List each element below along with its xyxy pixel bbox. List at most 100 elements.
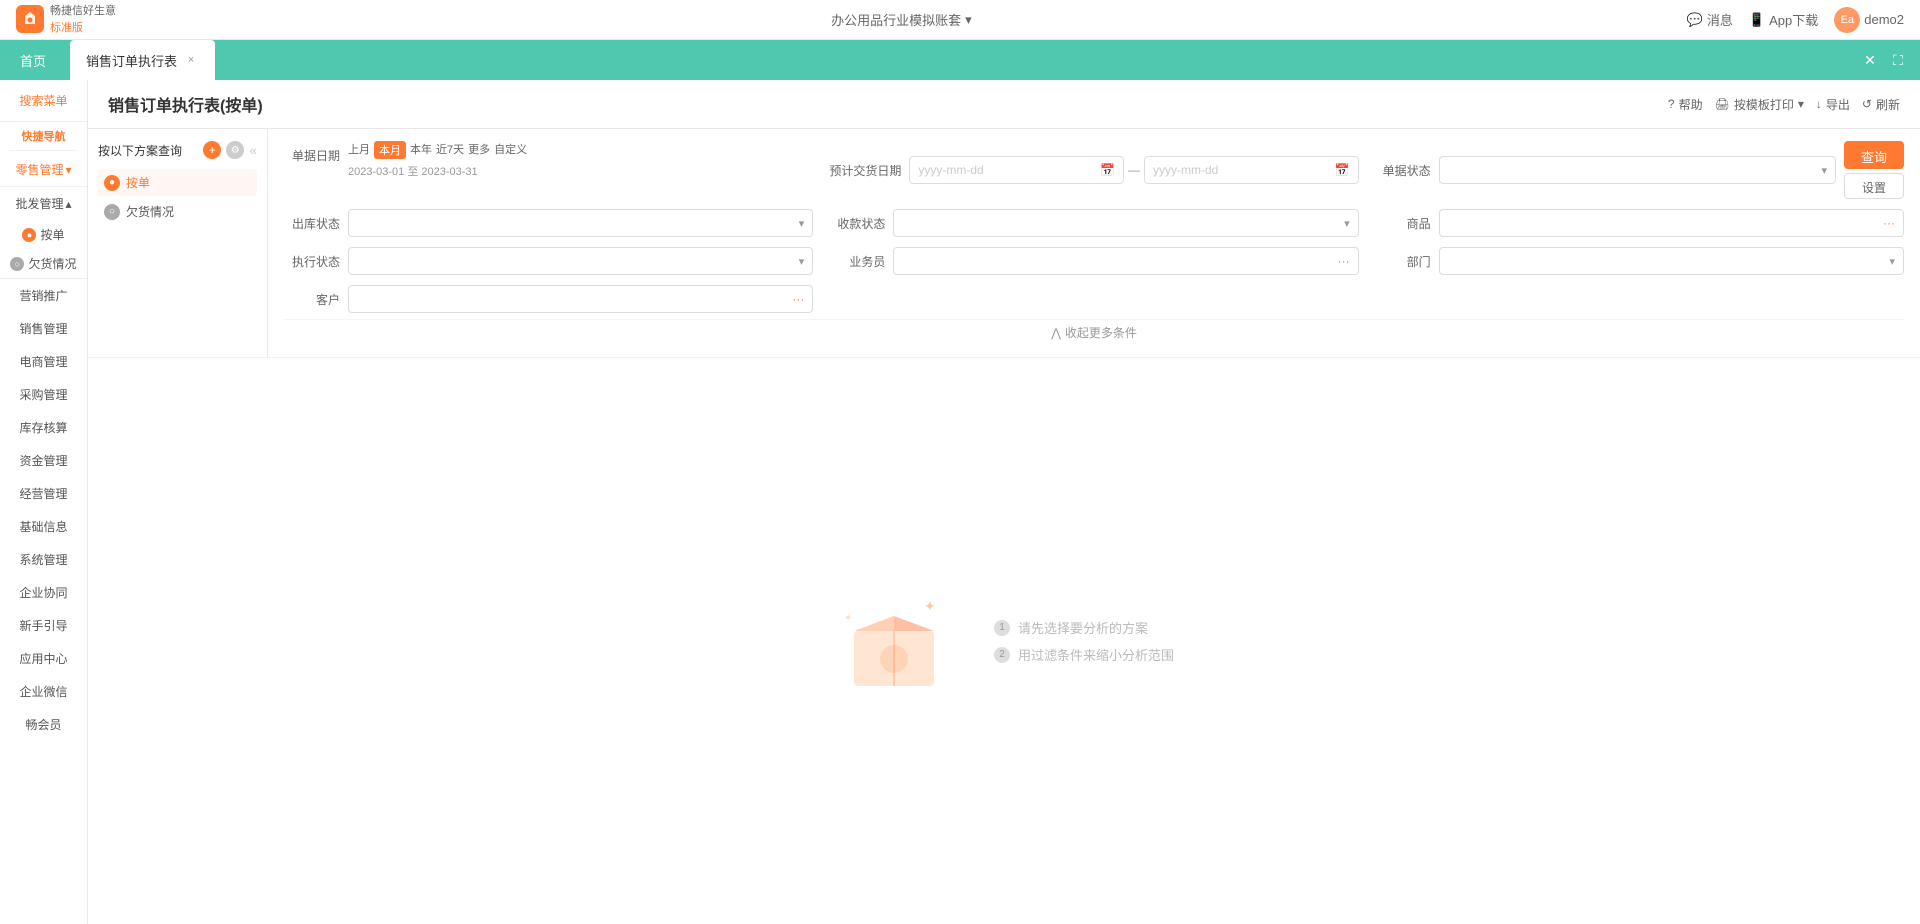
sidebar-item-operation[interactable]: 经营管理 bbox=[0, 477, 87, 510]
status-dropdown-arrow: ▾ bbox=[1821, 164, 1827, 177]
delivery-dropdown-arrow: ▾ bbox=[799, 217, 805, 230]
filter-date-label: 单据日期 bbox=[284, 141, 340, 164]
sidebar-item-wholesale-label: 批发管理 bbox=[15, 195, 63, 212]
date-tab-custom[interactable]: 自定义 bbox=[494, 141, 527, 159]
expected-date-from[interactable]: yyyy-mm-dd 📅 bbox=[909, 156, 1124, 184]
sidebar-item-ecommerce[interactable]: 电商管理 bbox=[0, 345, 87, 378]
sidebar-item-inventory[interactable]: 库存核算 bbox=[0, 411, 87, 444]
print-template-btn[interactable]: 🖨 按模板打印 ▾ bbox=[1715, 96, 1804, 113]
export-btn[interactable]: ↓ 导出 bbox=[1816, 96, 1850, 113]
filter-dept-label: 部门 bbox=[1375, 253, 1431, 270]
tab-active-label: 销售订单执行表 bbox=[86, 51, 177, 70]
plan-icon-order: ● bbox=[104, 175, 120, 191]
settings-btn[interactable]: 设置 bbox=[1844, 173, 1904, 199]
sidebar-sub-item-by-order[interactable]: ● 按单 bbox=[0, 220, 87, 249]
sidebar-item-marketing[interactable]: 营销推广 bbox=[0, 279, 87, 312]
tab-sales-order[interactable]: 销售订单执行表 × bbox=[70, 40, 215, 80]
avatar-text: Ea bbox=[1841, 14, 1854, 26]
user-profile[interactable]: Ea demo2 bbox=[1834, 7, 1904, 33]
sidebar-item-basic-info-label: 基础信息 bbox=[19, 518, 67, 535]
date-tab-this-month[interactable]: 本月 bbox=[374, 141, 406, 159]
salesperson-more-icon: ··· bbox=[1338, 254, 1350, 268]
refresh-label: 刷新 bbox=[1876, 96, 1900, 113]
tab-home[interactable]: 首页 bbox=[0, 40, 66, 80]
filter-status-select[interactable]: ▾ bbox=[1439, 156, 1836, 184]
plan-icon-backorder: ○ bbox=[104, 204, 120, 220]
sidebar-item-enterprise[interactable]: 企业协同 bbox=[0, 576, 87, 609]
sidebar-item-ecommerce-label: 电商管理 bbox=[19, 353, 67, 370]
help-label: 帮助 bbox=[1679, 96, 1703, 113]
plan-item-by-order[interactable]: ● 按单 bbox=[98, 169, 257, 196]
search-btn-group: 查询 设置 bbox=[1844, 141, 1904, 199]
top-bar-left: 畅捷信好生意 标准版 bbox=[16, 4, 116, 34]
collapse-btn[interactable]: ⋀ 收起更多条件 bbox=[1051, 324, 1137, 341]
app-download-label: App下载 bbox=[1769, 10, 1818, 29]
date-tab-last-month[interactable]: 上月 bbox=[348, 141, 370, 159]
sidebar-item-marketing-label: 营销推广 bbox=[19, 287, 67, 304]
manage-plan-btn[interactable]: ⚙ bbox=[226, 141, 244, 159]
sidebar-item-retail[interactable]: 零售管理 ▾ bbox=[0, 153, 87, 186]
filter-row-4: 客户 ··· bbox=[284, 285, 1904, 313]
filter-item-exec: 执行状态 ▾ bbox=[284, 247, 813, 275]
date-tab-more[interactable]: 更多 bbox=[468, 141, 490, 159]
empty-state: ✦ ✦ 1 请先选择要分析的方案 2 bbox=[88, 357, 1920, 924]
search-menu-btn[interactable]: 搜索菜单 bbox=[10, 88, 77, 113]
tab-maximize-btn[interactable]: ⛶ bbox=[1888, 50, 1908, 70]
filter-payment-label: 收款状态 bbox=[829, 215, 885, 232]
sidebar-item-system[interactable]: 系统管理 bbox=[0, 543, 87, 576]
help-btn[interactable]: ? 帮助 bbox=[1668, 96, 1703, 113]
quick-nav-btn[interactable]: 快捷导航 bbox=[0, 122, 87, 148]
date-tab-7days[interactable]: 近7天 bbox=[436, 141, 464, 159]
date-range-text: 2023-03-01 至 2023-03-31 bbox=[348, 163, 813, 179]
filter-row-1: 单据日期 上月 本月 本年 近7天 更多 自定义 20 bbox=[284, 141, 1904, 199]
plan-item-backorder[interactable]: ○ 欠货情况 bbox=[98, 198, 257, 225]
sidebar: 搜索菜单 快捷导航 零售管理 ▾ 批发管理 ▴ ● 按单 bbox=[0, 80, 88, 924]
filter-row-2: 出库状态 ▾ 收款状态 ▾ bbox=[284, 209, 1904, 237]
sidebar-item-app-center[interactable]: 应用中心 bbox=[0, 642, 87, 675]
collapse-arrow: ⋀ bbox=[1051, 326, 1061, 340]
sidebar-item-finance[interactable]: 资金管理 bbox=[0, 444, 87, 477]
filter-dept-select[interactable]: ▾ bbox=[1439, 247, 1904, 275]
filter-payment-select[interactable]: ▾ bbox=[893, 209, 1358, 237]
goods-more-icon: ··· bbox=[1883, 216, 1895, 230]
company-dropdown-icon: ▾ bbox=[965, 12, 972, 28]
expected-date-to[interactable]: yyyy-mm-dd 📅 bbox=[1144, 156, 1359, 184]
app-title: 畅捷信好生意 bbox=[50, 4, 116, 18]
filter-item-date: 单据日期 上月 本月 本年 近7天 更多 自定义 20 bbox=[284, 141, 813, 199]
collapse-label: 收起更多条件 bbox=[1065, 324, 1137, 341]
app-download-btn[interactable]: 📱 App下载 bbox=[1749, 10, 1818, 29]
tab-close-btn[interactable]: × bbox=[183, 52, 199, 68]
tab-bar: 首页 销售订单执行表 × ✕ ⛶ bbox=[0, 40, 1920, 80]
payment-dropdown-arrow: ▾ bbox=[1344, 217, 1350, 230]
sidebar-item-sales[interactable]: 销售管理 bbox=[0, 312, 87, 345]
filter-customer-input[interactable]: ··· bbox=[348, 285, 813, 313]
sidebar-sub-item-backorder[interactable]: ○ 欠货情况 bbox=[0, 249, 87, 278]
dept-dropdown-arrow: ▾ bbox=[1889, 255, 1895, 268]
refresh-btn[interactable]: ↺ 刷新 bbox=[1862, 96, 1900, 113]
filter-exec-select[interactable]: ▾ bbox=[348, 247, 813, 275]
company-selector[interactable]: 办公用品行业模拟账套 ▾ bbox=[831, 10, 972, 29]
exec-dropdown-arrow: ▾ bbox=[799, 255, 805, 268]
message-btn[interactable]: 💬 消息 bbox=[1687, 10, 1733, 29]
filter-delivery-select[interactable]: ▾ bbox=[348, 209, 813, 237]
sidebar-item-beginner[interactable]: 新手引导 bbox=[0, 609, 87, 642]
plan-item-backorder-label: 欠货情况 bbox=[126, 203, 174, 220]
customer-more-icon: ··· bbox=[792, 292, 804, 306]
sidebar-item-member[interactable]: 畅会员 bbox=[0, 708, 87, 741]
filter-row-3: 执行状态 ▾ 业务员 ··· bbox=[284, 247, 1904, 275]
sidebar-item-wechat[interactable]: 企业微信 bbox=[0, 675, 87, 708]
sidebar-item-wholesale[interactable]: 批发管理 ▴ bbox=[0, 187, 87, 220]
sidebar-item-purchase[interactable]: 采购管理 bbox=[0, 378, 87, 411]
add-plan-btn[interactable]: + bbox=[203, 141, 221, 159]
filter-item-payment: 收款状态 ▾ bbox=[829, 209, 1358, 237]
query-btn[interactable]: 查询 bbox=[1844, 141, 1904, 169]
sidebar-item-basic-info[interactable]: 基础信息 bbox=[0, 510, 87, 543]
top-bar-right: 💬 消息 📱 App下载 Ea demo2 bbox=[1687, 7, 1904, 33]
date-tab-this-year[interactable]: 本年 bbox=[410, 141, 432, 159]
filter-goods-input[interactable]: ··· bbox=[1439, 209, 1904, 237]
page-header-actions: ? 帮助 🖨 按模板打印 ▾ ↓ 导出 ↺ 刷新 bbox=[1668, 96, 1900, 125]
tab-close-window-btn[interactable]: ✕ bbox=[1860, 50, 1880, 70]
filter-salesperson-input[interactable]: ··· bbox=[893, 247, 1358, 275]
collapse-left-btn[interactable]: « bbox=[249, 142, 257, 158]
filter-item-salesperson: 业务员 ··· bbox=[829, 247, 1358, 275]
